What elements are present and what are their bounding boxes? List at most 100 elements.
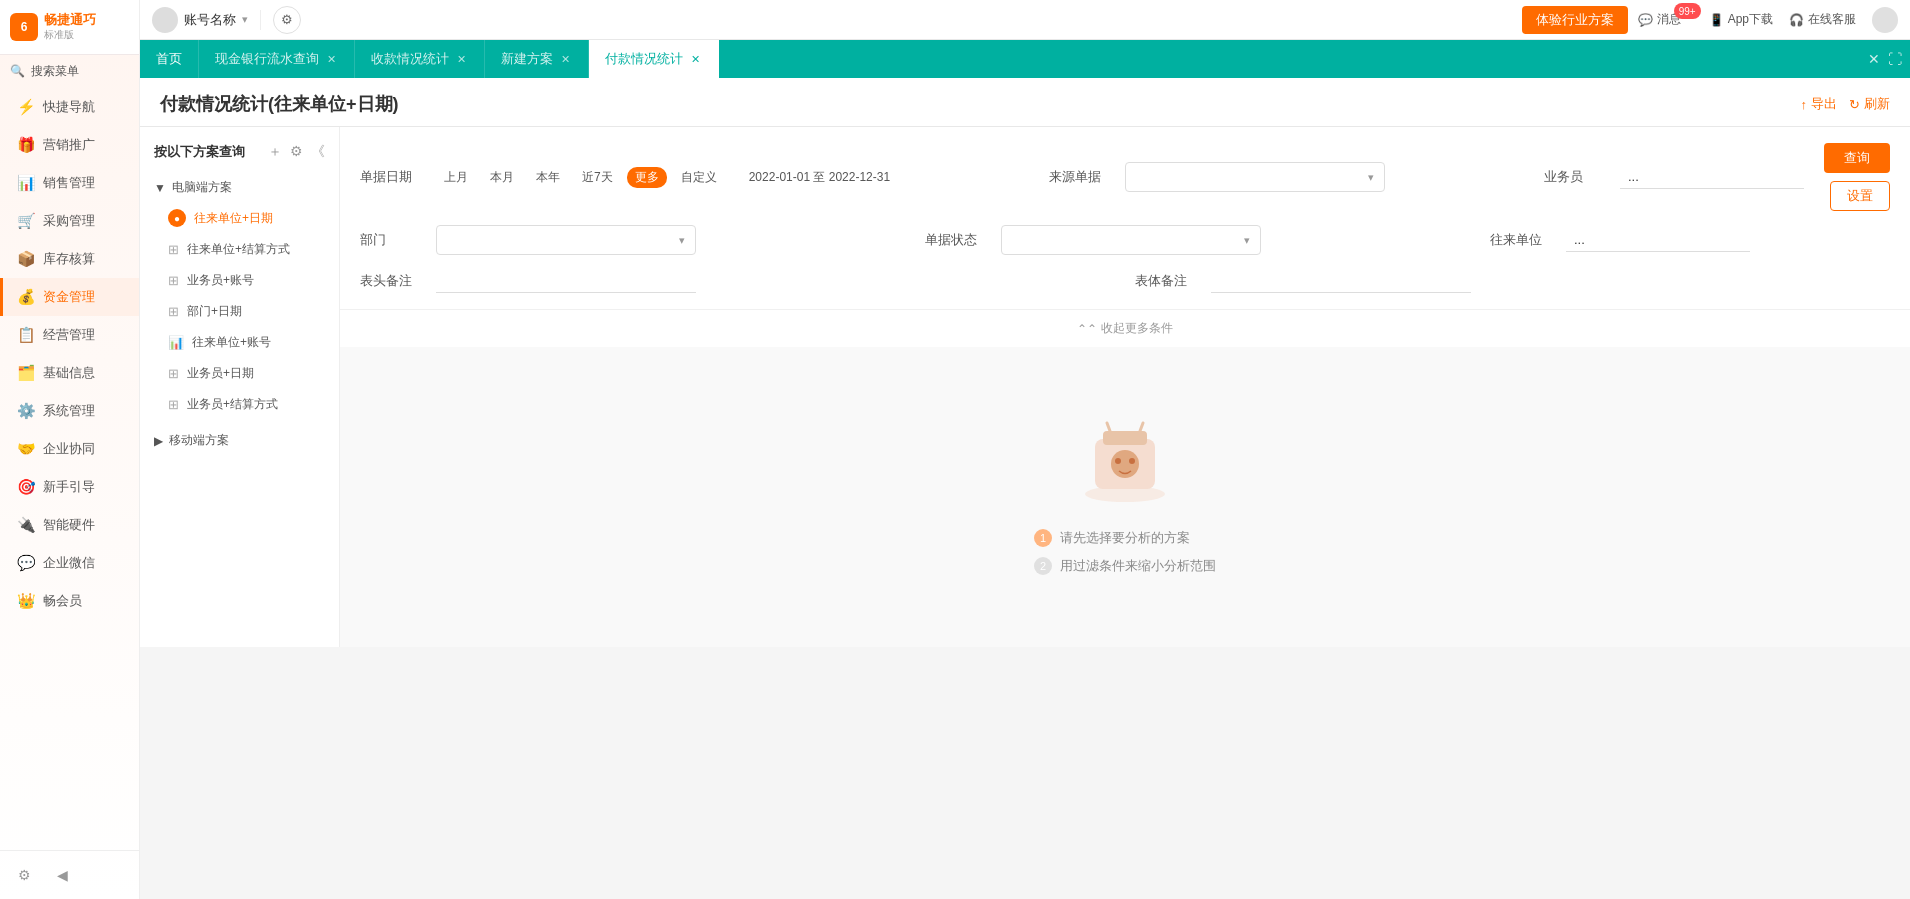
empty-state: 1 请先选择要分析的方案 2 用过滤条件来缩小分析范围 [340, 347, 1910, 647]
collapse-more-btn[interactable]: ⌃⌃ 收起更多条件 [1077, 320, 1173, 337]
tab-newplan[interactable]: 新建方案 ✕ [485, 40, 589, 78]
sidebar-item-newbie[interactable]: 🎯新手引导 [0, 468, 139, 506]
date-last-7days[interactable]: 近7天 [574, 166, 621, 189]
partner-input[interactable] [1566, 228, 1750, 252]
tab-receivable[interactable]: 收款情况统计 ✕ [355, 40, 485, 78]
settings-footer-btn[interactable]: ⚙ [10, 861, 38, 889]
tab-paystat[interactable]: 付款情况统计 ✕ [589, 40, 719, 78]
app-label: App下载 [1728, 11, 1773, 28]
filter-right-area: 单据日期 上月 本月 本年 近7天 更多 自定义 2022-01-01 至 20… [340, 127, 1910, 647]
plan-item-partner-account[interactable]: 📊往来单位+账号 [140, 327, 339, 358]
date-more[interactable]: 更多 [627, 167, 667, 188]
collapse-panel-btn[interactable]: 《 [311, 143, 325, 161]
plan-settings-btn[interactable]: ⚙ [290, 143, 303, 161]
app-download-btn[interactable]: 📱 App下载 [1709, 11, 1773, 28]
nav-icon-basic: 🗂️ [17, 364, 35, 382]
agent-input[interactable] [1620, 165, 1804, 189]
plan-item-agent-date[interactable]: ⊞业务员+日期 [140, 358, 339, 389]
cashflow-tab-close[interactable]: ✕ [325, 51, 338, 68]
sidebar-item-hardware[interactable]: 🔌智能硬件 [0, 506, 139, 544]
sidebar-item-capital[interactable]: 💰资金管理 [0, 278, 139, 316]
sidebar-item-marketing[interactable]: 🎁营销推广 [0, 126, 139, 164]
plan-item-partner-date[interactable]: ●往来单位+日期 [140, 202, 339, 234]
mobile-section-header[interactable]: ▶ 移动端方案 [140, 426, 339, 455]
sidebar-item-enterprise[interactable]: 🤝企业协同 [0, 430, 139, 468]
brand-name: 畅捷通巧 [44, 12, 96, 28]
panel-actions: ＋ ⚙ 《 [268, 143, 325, 161]
sidebar-item-weixin[interactable]: 💬企业微信 [0, 544, 139, 582]
nav-label-capital: 资金管理 [43, 288, 95, 306]
empty-steps: 1 请先选择要分析的方案 2 用过滤条件来缩小分析范围 [1034, 529, 1216, 585]
tab-bar: 首页 现金银行流水查询 ✕ 收款情况统计 ✕ 新建方案 ✕ 付款情况统计 ✕ ✕… [140, 40, 1910, 78]
panel-title-row: 按以下方案查询 ＋ ⚙ 《 [140, 137, 339, 167]
close-tab-btn[interactable]: ✕ [1868, 51, 1880, 67]
add-plan-btn[interactable]: ＋ [268, 143, 282, 161]
date-custom[interactable]: 自定义 [673, 166, 725, 189]
account-avatar [152, 7, 178, 33]
dept-select[interactable]: ▾ [436, 225, 696, 255]
nav-label-marketing: 营销推广 [43, 136, 95, 154]
nav-icon-member: 👑 [17, 592, 35, 610]
sidebar-item-system[interactable]: ⚙️系统管理 [0, 392, 139, 430]
export-btn[interactable]: ↑ 导出 [1801, 95, 1838, 113]
tab-home[interactable]: 首页 [140, 40, 199, 78]
plan-item-agent-settle[interactable]: ⊞业务员+结算方式 [140, 389, 339, 420]
settings-btn[interactable]: 设置 [1830, 181, 1890, 211]
refresh-btn[interactable]: ↻ 刷新 [1849, 95, 1890, 113]
sidebar-item-basic[interactable]: 🗂️基础信息 [0, 354, 139, 392]
desktop-section-header[interactable]: ▼ 电脑端方案 [140, 173, 339, 202]
message-btn[interactable]: 💬 消息 99+ [1638, 11, 1693, 28]
cashflow-tab-label: 现金银行流水查询 [215, 50, 319, 68]
step-2-text: 用过滤条件来缩小分析范围 [1060, 557, 1216, 575]
refresh-label: 刷新 [1864, 95, 1890, 113]
sidebar-header: 6 畅捷通巧 标准版 [0, 0, 139, 55]
query-btn[interactable]: 查询 [1824, 143, 1890, 173]
plan-item-dept-date[interactable]: ⊞部门+日期 [140, 296, 339, 327]
dept-label: 部门 [360, 231, 416, 249]
header-settings-btn[interactable]: ⚙ [273, 6, 301, 34]
sidebar-item-purchase[interactable]: 🛒采购管理 [0, 202, 139, 240]
main-area: 账号名称 ▾ ⚙ 体验行业方案 💬 消息 99+ 📱 App下载 🎧 在线 [140, 0, 1910, 899]
date-last-month[interactable]: 上月 [436, 166, 476, 189]
sidebar-item-sales[interactable]: 📊销售管理 [0, 164, 139, 202]
sidebar-item-member[interactable]: 👑畅会员 [0, 582, 139, 620]
newplan-tab-close[interactable]: ✕ [559, 51, 572, 68]
page-header: 付款情况统计(往来单位+日期) ↑ 导出 ↻ 刷新 [140, 78, 1910, 127]
nav-label-hardware: 智能硬件 [43, 516, 95, 534]
collapse-sidebar-btn[interactable]: ◀ [48, 861, 76, 889]
date-this-year[interactable]: 本年 [528, 166, 568, 189]
nav-icon-quick-nav: ⚡ [17, 98, 35, 116]
sidebar-item-operation[interactable]: 📋经营管理 [0, 316, 139, 354]
plan-icon-agent-account: ⊞ [168, 273, 179, 288]
tab-cashflow[interactable]: 现金银行流水查询 ✕ [199, 40, 355, 78]
search-menu[interactable]: 🔍 搜索菜单 [0, 55, 139, 88]
page-content: 付款情况统计(往来单位+日期) ↑ 导出 ↻ 刷新 按 [140, 78, 1910, 899]
svg-point-5 [1129, 458, 1135, 464]
plan-item-agent-account[interactable]: ⊞业务员+账号 [140, 265, 339, 296]
sidebar-item-inventory[interactable]: 📦库存核算 [0, 240, 139, 278]
home-tab-label: 首页 [156, 50, 182, 68]
paystat-tab-close[interactable]: ✕ [689, 51, 702, 68]
svg-point-4 [1115, 458, 1121, 464]
status-select[interactable]: ▾ [1001, 225, 1261, 255]
date-this-month[interactable]: 本月 [482, 166, 522, 189]
service-btn[interactable]: 🎧 在线客服 [1789, 11, 1856, 28]
account-chevron-icon[interactable]: ▾ [242, 13, 248, 26]
body-note-input[interactable] [1211, 269, 1471, 293]
trial-btn[interactable]: 体验行业方案 [1522, 6, 1628, 34]
maximize-tab-btn[interactable]: ⛶ [1888, 51, 1902, 67]
receivable-tab-label: 收款情况统计 [371, 50, 449, 68]
nav-label-enterprise: 企业协同 [43, 440, 95, 458]
date-label: 单据日期 [360, 168, 416, 186]
plan-icon-partner-settle: ⊞ [168, 242, 179, 257]
tab-actions: ✕ ⛶ [1860, 40, 1910, 78]
plan-item-partner-settle[interactable]: ⊞往来单位+结算方式 [140, 234, 339, 265]
source-select[interactable]: ▾ [1125, 162, 1385, 192]
nav-icon-weixin: 💬 [17, 554, 35, 572]
user-avatar[interactable] [1872, 7, 1898, 33]
nav-icon-newbie: 🎯 [17, 478, 35, 496]
receivable-tab-close[interactable]: ✕ [455, 51, 468, 68]
date-range-wrapper: 2022-01-01 至 2022-12-31 [749, 169, 890, 186]
sidebar-item-quick-nav[interactable]: ⚡快捷导航 [0, 88, 139, 126]
header-note-input[interactable] [436, 269, 696, 293]
